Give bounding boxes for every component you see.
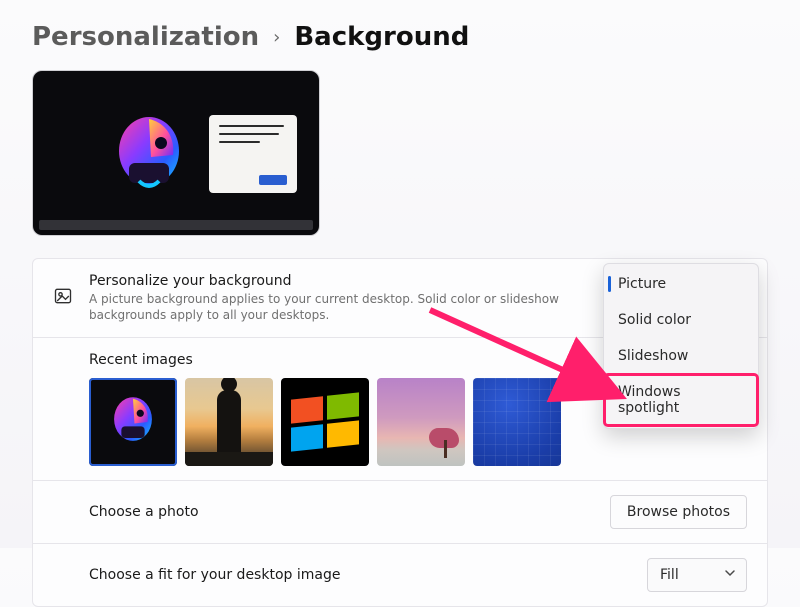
personalize-title: Personalize your background [89, 273, 611, 289]
desktop-preview [32, 70, 800, 236]
desktop-preview-frame [32, 70, 320, 236]
fit-dropdown[interactable]: Fill [647, 558, 747, 592]
recent-image-windows-logo[interactable] [281, 378, 369, 466]
choose-fit-title: Choose a fit for your desktop image [89, 567, 631, 583]
background-settings-card: Personalize your background A picture ba… [32, 258, 768, 607]
recent-image-sunset[interactable] [185, 378, 273, 466]
breadcrumb-current: Background [294, 22, 469, 52]
window-mock [209, 115, 297, 193]
background-type-menu: Picture Solid color Slideshow Windows sp… [603, 263, 759, 429]
menu-item-slideshow[interactable]: Slideshow [604, 338, 758, 374]
menu-item-solid-color[interactable]: Solid color [604, 302, 758, 338]
menu-item-windows-spotlight[interactable]: Windows spotlight [604, 374, 758, 426]
row-choose-fit: Choose a fit for your desktop image Fill [33, 543, 767, 606]
breadcrumb: Personalization › Background [0, 0, 800, 70]
recent-image-pink-mountain[interactable] [377, 378, 465, 466]
row-choose-photo: Choose a photo Browse photos [33, 480, 767, 543]
fit-value: Fill [660, 567, 679, 583]
taskbar-mock [39, 220, 313, 230]
chevron-right-icon: › [273, 27, 280, 48]
recent-image-blue-grid[interactable] [473, 378, 561, 466]
breadcrumb-parent[interactable]: Personalization [32, 22, 259, 52]
chevron-down-icon [724, 567, 736, 583]
menu-item-picture[interactable]: Picture [604, 266, 758, 302]
wallpaper-thumbnail [109, 111, 189, 199]
browse-photos-label: Browse photos [627, 504, 730, 520]
picture-icon [53, 286, 73, 310]
browse-photos-button[interactable]: Browse photos [610, 495, 747, 529]
choose-photo-title: Choose a photo [89, 504, 594, 520]
personalize-desc: A picture background applies to your cur… [89, 291, 611, 323]
recent-image-helmet[interactable] [89, 378, 177, 466]
